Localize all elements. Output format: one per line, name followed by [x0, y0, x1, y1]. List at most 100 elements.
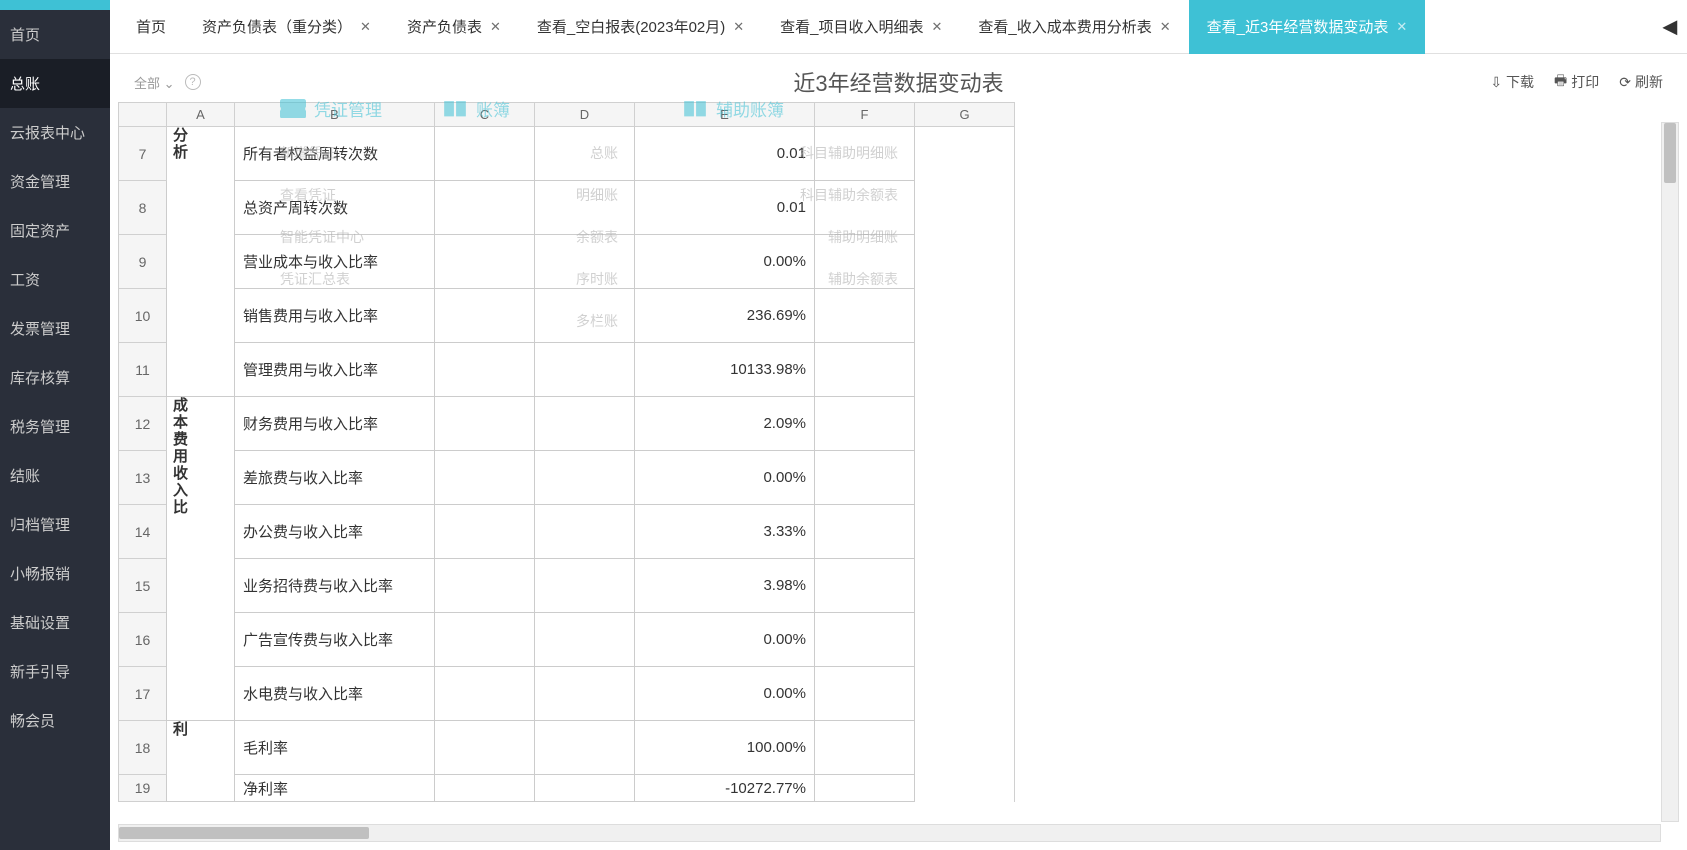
empty-cell[interactable]: [435, 721, 535, 775]
metric-name-cell[interactable]: 营业成本与收入比率: [235, 235, 435, 289]
empty-cell[interactable]: [915, 775, 1015, 802]
sidebar-item-expense[interactable]: 小畅报销: [0, 549, 110, 598]
table-row[interactable]: 12成本费用收入比财务费用与收入比率2.09%: [119, 397, 1015, 451]
empty-cell[interactable]: [915, 343, 1015, 397]
metric-name-cell[interactable]: 广告宣传费与收入比率: [235, 613, 435, 667]
empty-cell[interactable]: [915, 181, 1015, 235]
table-row[interactable]: 11 管理费用与收入比率 10133.98%: [119, 343, 1015, 397]
table-row[interactable]: 13差旅费与收入比率0.00%: [119, 451, 1015, 505]
empty-cell[interactable]: [435, 775, 535, 802]
empty-cell[interactable]: [915, 721, 1015, 775]
empty-cell[interactable]: [535, 343, 635, 397]
close-icon[interactable]: ✕: [1160, 19, 1171, 35]
empty-cell[interactable]: [915, 127, 1015, 181]
scrollbar-thumb[interactable]: [1664, 123, 1676, 183]
metric-name-cell[interactable]: 毛利率: [235, 721, 435, 775]
table-row[interactable]: 9营业成本与收入比率0.00%: [119, 235, 1015, 289]
sidebar-item-cloud-report[interactable]: 云报表中心: [0, 108, 110, 157]
metric-name-cell[interactable]: 净利率: [235, 775, 435, 802]
col-header-f[interactable]: F: [815, 103, 915, 127]
empty-cell[interactable]: [815, 721, 915, 775]
metric-name-cell[interactable]: 总资产周转次数: [235, 181, 435, 235]
empty-cell[interactable]: [535, 559, 635, 613]
empty-cell[interactable]: [815, 289, 915, 343]
table-row[interactable]: 18利毛利率100.00%: [119, 721, 1015, 775]
sidebar-item-settings[interactable]: 基础设置: [0, 598, 110, 647]
value-cell[interactable]: 2.09%: [635, 397, 815, 451]
row-number[interactable]: 8: [119, 181, 167, 235]
tab-scroll-left-icon[interactable]: ◀: [1663, 16, 1677, 37]
vertical-scrollbar[interactable]: [1661, 122, 1679, 822]
metric-name-cell[interactable]: 差旅费与收入比率: [235, 451, 435, 505]
close-icon[interactable]: ✕: [360, 19, 371, 35]
corner-cell[interactable]: [119, 103, 167, 127]
table-row[interactable]: 17水电费与收入比率0.00%: [119, 667, 1015, 721]
sidebar-item-home[interactable]: 首页: [0, 10, 110, 59]
empty-cell[interactable]: [535, 775, 635, 802]
empty-cell[interactable]: [435, 505, 535, 559]
empty-cell[interactable]: [815, 397, 915, 451]
row-number[interactable]: 12: [119, 397, 167, 451]
metric-name-cell[interactable]: 财务费用与收入比率: [235, 397, 435, 451]
empty-cell[interactable]: [535, 397, 635, 451]
sidebar-item-ledger[interactable]: 总账: [0, 59, 110, 108]
tab-3year-data[interactable]: 查看_近3年经营数据变动表✕: [1189, 0, 1426, 54]
empty-cell[interactable]: [435, 667, 535, 721]
empty-cell[interactable]: [435, 289, 535, 343]
help-icon[interactable]: ?: [185, 74, 201, 90]
row-number[interactable]: 7: [119, 127, 167, 181]
empty-cell[interactable]: [535, 505, 635, 559]
row-number[interactable]: 18: [119, 721, 167, 775]
empty-cell[interactable]: [435, 343, 535, 397]
tab-home[interactable]: 首页: [118, 0, 184, 54]
empty-cell[interactable]: [815, 505, 915, 559]
table-row[interactable]: 8 总资产周转次数 0.01: [119, 181, 1015, 235]
value-cell[interactable]: 10133.98%: [635, 343, 815, 397]
close-icon[interactable]: ✕: [932, 19, 943, 35]
empty-cell[interactable]: [815, 127, 915, 181]
empty-cell[interactable]: [535, 235, 635, 289]
row-number[interactable]: 14: [119, 505, 167, 559]
scrollbar-thumb[interactable]: [119, 827, 369, 839]
row-number[interactable]: 11: [119, 343, 167, 397]
empty-cell[interactable]: [435, 559, 535, 613]
horizontal-scrollbar[interactable]: [118, 824, 1661, 842]
row-number[interactable]: 10: [119, 289, 167, 343]
sidebar-item-closing[interactable]: 结账: [0, 451, 110, 500]
empty-cell[interactable]: [535, 667, 635, 721]
col-header-d[interactable]: D: [535, 103, 635, 127]
empty-cell[interactable]: [815, 235, 915, 289]
metric-name-cell[interactable]: 管理费用与收入比率: [235, 343, 435, 397]
value-cell[interactable]: 236.69%: [635, 289, 815, 343]
value-cell[interactable]: 0.00%: [635, 667, 815, 721]
value-cell[interactable]: 3.98%: [635, 559, 815, 613]
row-number[interactable]: 19: [119, 775, 167, 802]
empty-cell[interactable]: [535, 127, 635, 181]
empty-cell[interactable]: [435, 127, 535, 181]
refresh-button[interactable]: ⟳刷新: [1619, 72, 1663, 92]
download-button[interactable]: ⇩下载: [1490, 72, 1534, 92]
value-cell[interactable]: 0.00%: [635, 613, 815, 667]
close-icon[interactable]: ✕: [490, 19, 501, 35]
close-icon[interactable]: ✕: [1396, 19, 1407, 35]
col-header-a[interactable]: A: [167, 103, 235, 127]
empty-cell[interactable]: [535, 181, 635, 235]
metric-name-cell[interactable]: 办公费与收入比率: [235, 505, 435, 559]
sidebar-item-member[interactable]: 畅会员: [0, 696, 110, 745]
empty-cell[interactable]: [435, 235, 535, 289]
sidebar-item-fixed-assets[interactable]: 固定资产: [0, 206, 110, 255]
col-header-g[interactable]: G: [915, 103, 1015, 127]
tab-blank-report[interactable]: 查看_空白报表(2023年02月)✕: [519, 0, 762, 54]
empty-cell[interactable]: [815, 613, 915, 667]
empty-cell[interactable]: [815, 559, 915, 613]
row-number[interactable]: 17: [119, 667, 167, 721]
col-header-b[interactable]: B: [235, 103, 435, 127]
sidebar-item-guide[interactable]: 新手引导: [0, 647, 110, 696]
empty-cell[interactable]: [435, 397, 535, 451]
sidebar-item-archive[interactable]: 归档管理: [0, 500, 110, 549]
metric-name-cell[interactable]: 业务招待费与收入比率: [235, 559, 435, 613]
empty-cell[interactable]: [915, 235, 1015, 289]
value-cell[interactable]: 0.01: [635, 181, 815, 235]
empty-cell[interactable]: [915, 613, 1015, 667]
row-number[interactable]: 9: [119, 235, 167, 289]
